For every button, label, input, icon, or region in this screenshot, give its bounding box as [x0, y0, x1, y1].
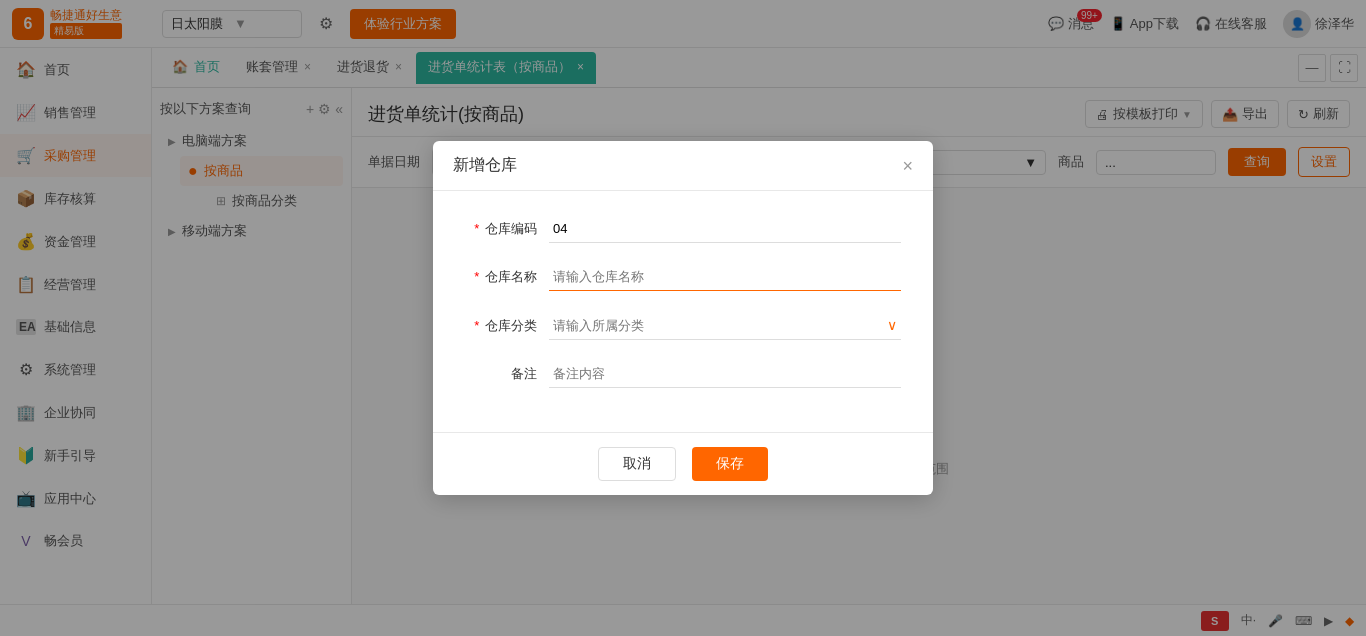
category-label: * 仓库分类 [465, 317, 537, 335]
code-input[interactable] [549, 215, 901, 243]
category-label-text: 仓库分类 [485, 318, 537, 333]
modal-title: 新增仓库 [453, 155, 517, 176]
note-label: 备注 [465, 365, 537, 383]
form-row-category: * 仓库分类 ∨ [465, 311, 901, 340]
form-row-code: * 仓库编码 [465, 215, 901, 243]
code-label-text: 仓库编码 [485, 221, 537, 236]
code-label: * 仓库编码 [465, 220, 537, 238]
new-warehouse-modal: 新增仓库 × * 仓库编码 * 仓库名称 [433, 141, 933, 495]
modal-body: * 仓库编码 * 仓库名称 * 仓库分类 [433, 191, 933, 432]
save-button[interactable]: 保存 [692, 447, 768, 481]
name-label-text: 仓库名称 [485, 269, 537, 284]
category-down-icon: ∨ [887, 317, 897, 333]
form-row-note: 备注 [465, 360, 901, 388]
note-input[interactable] [549, 360, 901, 388]
required-mark-category: * [474, 318, 479, 333]
required-mark: * [474, 221, 479, 236]
category-input[interactable] [553, 318, 887, 333]
cancel-button[interactable]: 取消 [598, 447, 676, 481]
name-input[interactable] [549, 263, 901, 291]
modal-footer: 取消 保存 [433, 432, 933, 495]
modal-overlay[interactable]: 新增仓库 × * 仓库编码 * 仓库名称 [0, 0, 1366, 636]
name-label: * 仓库名称 [465, 268, 537, 286]
form-row-name: * 仓库名称 [465, 263, 901, 291]
modal-header: 新增仓库 × [433, 141, 933, 191]
category-select[interactable]: ∨ [549, 311, 901, 340]
required-mark-name: * [474, 269, 479, 284]
note-label-text: 备注 [511, 366, 537, 381]
modal-close-button[interactable]: × [902, 157, 913, 175]
